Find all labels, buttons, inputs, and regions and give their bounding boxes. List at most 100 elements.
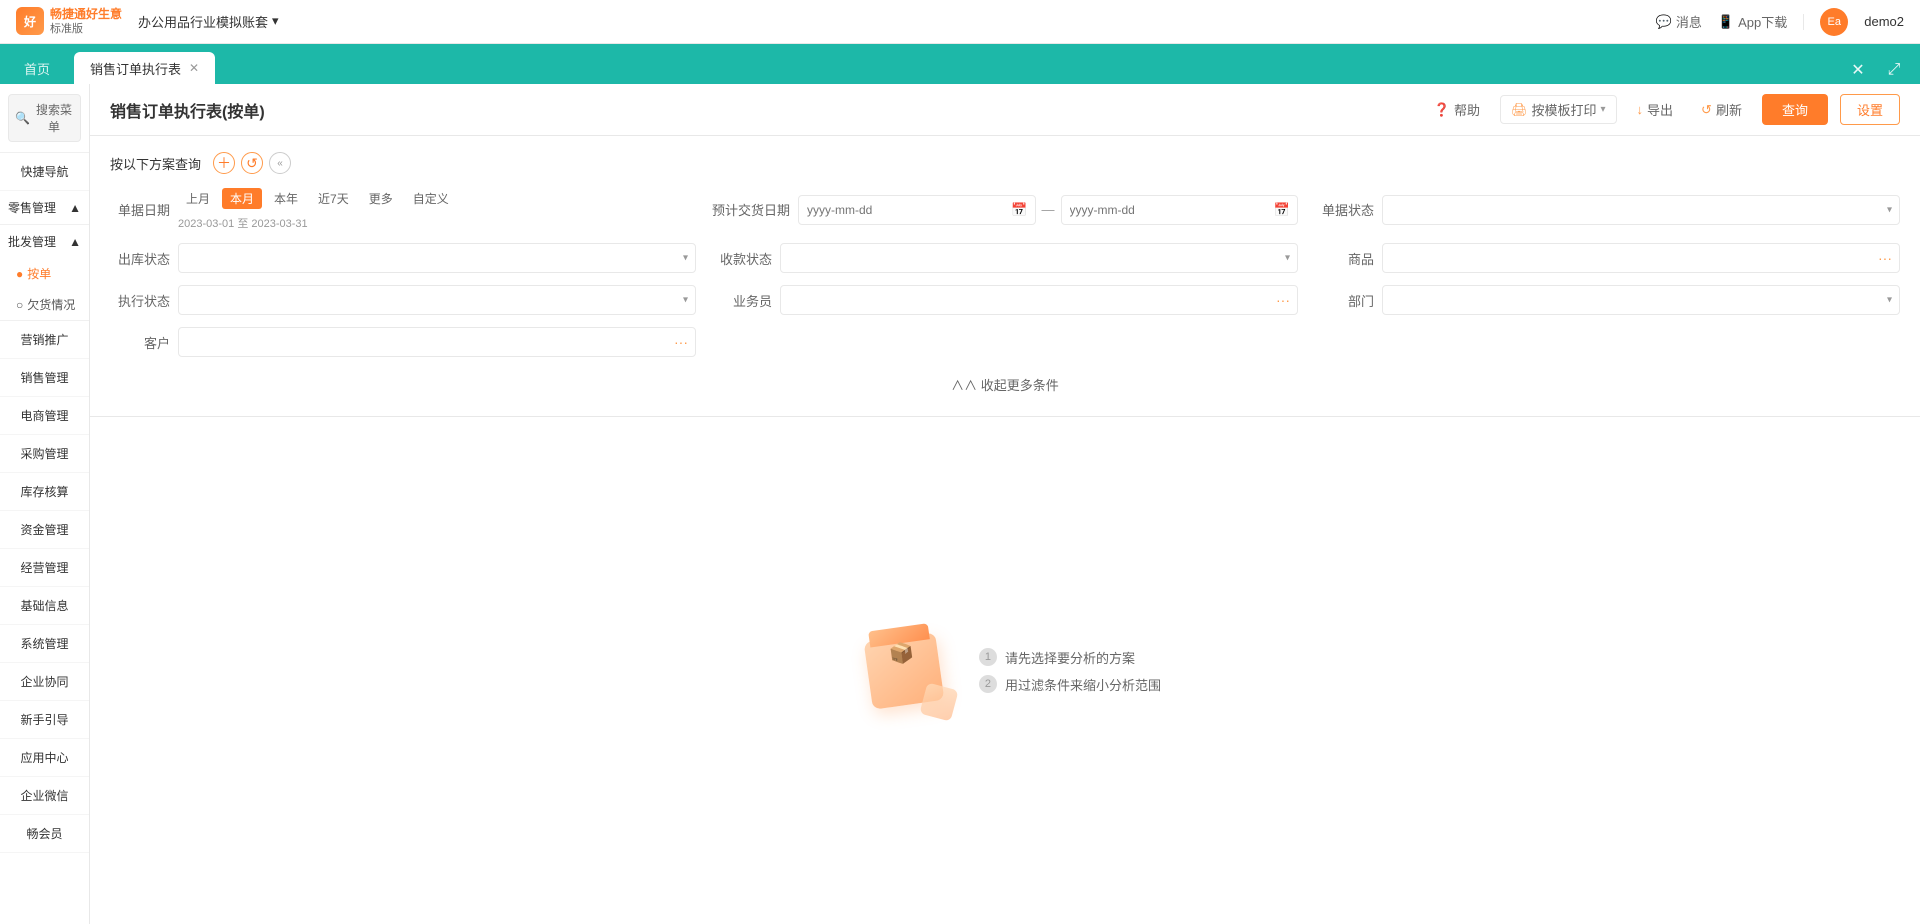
date-btn-more[interactable]: 更多 [361, 188, 401, 209]
sidebar-item-sales-mgmt[interactable]: 销售管理 [0, 359, 89, 397]
tab-close-window-button[interactable]: ✕ [1844, 56, 1872, 84]
settings-button[interactable]: 设置 [1840, 94, 1900, 125]
customer-input[interactable] [178, 327, 696, 357]
sidebar-item-purchase[interactable]: 采购管理 [0, 435, 89, 473]
sidebar-item-system[interactable]: 系统管理 [0, 625, 89, 663]
salesman-input[interactable] [780, 285, 1298, 315]
predicted-date-start-wrap: 📅 [798, 195, 1036, 225]
filter-item-payment-status: 收款状态 ▾ [712, 243, 1298, 273]
sidebar-section-retail: 零售管理 ▲ [0, 191, 89, 225]
date-separator: — [1042, 202, 1055, 217]
help-icon: ❓ [1434, 102, 1450, 118]
date-btn-current-year[interactable]: 本年 [266, 188, 306, 209]
exec-status-select[interactable] [178, 285, 696, 315]
tab-home[interactable]: 首页 [8, 52, 66, 84]
refresh-icon: ↺ [1701, 102, 1712, 118]
print-button[interactable]: 🖨 按模板打印 ▾ [1500, 95, 1617, 124]
date-btn-custom[interactable]: 自定义 [405, 188, 457, 209]
filter-title: 按以下方案查询 [110, 154, 201, 173]
active-indicator: ● [16, 267, 23, 281]
help-button[interactable]: ❓ 帮助 [1426, 96, 1488, 123]
sidebar-item-marketing[interactable]: 营销推广 [0, 321, 89, 359]
industry-selector[interactable]: 办公用品行业模拟账套 ▾ [130, 8, 287, 35]
date-btn-current-month[interactable]: 本月 [222, 188, 262, 209]
filter-add-buttons: ＋ ↺ « [213, 152, 291, 174]
tab-sales-order[interactable]: 销售订单执行表 ✕ [74, 52, 215, 84]
nav-divider [1803, 14, 1804, 30]
predicted-date-end-wrap: 📅 [1061, 195, 1299, 225]
sidebar-item-inventory[interactable]: 库存核算 [0, 473, 89, 511]
filter-item-salesman: 业务员 ··· [712, 285, 1298, 315]
filter-reset-button[interactable]: ↺ [241, 152, 263, 174]
date-range-display: 2023-03-01 至 2023-03-31 [178, 215, 696, 231]
sidebar-section-wholesale: 批发管理 ▲ ● 按单 ○ 欠货情况 [0, 225, 89, 321]
logo-text: 畅捷通好生意 标准版 [50, 7, 122, 37]
search-icon: 🔍 [15, 111, 30, 125]
search-menu-button[interactable]: 🔍 搜索菜单 [8, 94, 81, 142]
message-button[interactable]: 💬 消息 [1656, 12, 1702, 31]
top-nav-left: 好 畅捷通好生意 标准版 办公用品行业模拟账套 ▾ [16, 7, 287, 37]
exec-status-label: 执行状态 [110, 291, 170, 310]
user-name[interactable]: demo2 [1864, 14, 1904, 29]
sidebar-item-member[interactable]: 畅会员 [0, 815, 89, 853]
page-title: 销售订单执行表(按单) [110, 98, 265, 132]
tab-close-icon[interactable]: ✕ [189, 62, 199, 74]
sidebar-section-retail-title[interactable]: 零售管理 ▲ [0, 191, 89, 224]
out-status-select[interactable] [178, 243, 696, 273]
sidebar-item-ecommerce[interactable]: 电商管理 [0, 397, 89, 435]
sidebar-item-press-order[interactable]: ● 按单 [0, 258, 89, 289]
sidebar-item-corp-wechat[interactable]: 企业微信 [0, 777, 89, 815]
filter-item-date: 单据日期 上月 本月 本年 近7天 更多 自定义 2023-03-01 至 20… [110, 188, 696, 231]
dept-select[interactable] [1382, 285, 1900, 315]
hint-number-2: 2 [979, 675, 997, 693]
page-header: 销售订单执行表(按单) ❓ 帮助 🖨 按模板打印 ▾ ↓ 导出 ↺ 刷新 [90, 84, 1920, 136]
empty-illustration: 📦 [849, 616, 959, 726]
filter-row-3: 执行状态 ▾ 业务员 ··· [110, 285, 1900, 315]
avatar: Ea [1820, 8, 1848, 36]
top-nav-right: 💬 消息 📱 App下载 Ea demo2 [1656, 8, 1904, 36]
exec-status-control: ▾ [178, 285, 696, 315]
filter-item-predicted-date: 预计交货日期 📅 — 📅 [712, 195, 1298, 225]
app-download-button[interactable]: 📱 App下载 [1718, 12, 1787, 31]
sidebar-item-basic[interactable]: 基础信息 [0, 587, 89, 625]
sidebar-item-operations[interactable]: 经营管理 [0, 549, 89, 587]
sidebar-item-finance[interactable]: 资金管理 [0, 511, 89, 549]
filter-add-button[interactable]: ＋ [213, 152, 235, 174]
empty-hint-1: 1 请先选择要分析的方案 [979, 648, 1161, 667]
sidebar-item-guide[interactable]: 新手引导 [0, 701, 89, 739]
date-btn-last-month[interactable]: 上月 [178, 188, 218, 209]
sidebar-item-app-center[interactable]: 应用中心 [0, 739, 89, 777]
filter-item-exec-status: 执行状态 ▾ [110, 285, 696, 315]
logo-area: 好 畅捷通好生意 标准版 [16, 7, 122, 37]
chevron-down-icon: ▾ [1601, 104, 1606, 115]
sidebar: 🔍 搜索菜单 快捷导航 零售管理 ▲ 批发管理 ▲ ● 按单 ○ 欠货 [0, 84, 90, 924]
chevron-down-icon: ▾ [272, 13, 279, 29]
message-icon: 💬 [1656, 14, 1672, 30]
goods-input[interactable] [1382, 243, 1900, 273]
sidebar-item-debt[interactable]: ○ 欠货情况 [0, 289, 89, 320]
filter-item-out-status: 出库状态 ▾ [110, 243, 696, 273]
query-button[interactable]: 查询 [1762, 94, 1828, 125]
refresh-button[interactable]: ↺ 刷新 [1693, 96, 1750, 123]
tab-expand-button[interactable]: ⤢ [1880, 56, 1908, 84]
main-layout: 🔍 搜索菜单 快捷导航 零售管理 ▲ 批发管理 ▲ ● 按单 ○ 欠货 [0, 84, 1920, 924]
predicted-date-end-input[interactable] [1061, 195, 1299, 225]
export-icon: ↓ [1637, 102, 1644, 117]
date-btn-last-7days[interactable]: 近7天 [310, 188, 357, 209]
out-status-control: ▾ [178, 243, 696, 273]
filter-item-customer: 客户 ··· [110, 327, 696, 357]
payment-status-control: ▾ [780, 243, 1298, 273]
filter-collapse-button[interactable]: « [269, 152, 291, 174]
sidebar-item-quick-nav[interactable]: 快捷导航 [0, 153, 89, 191]
filter-panel: 按以下方案查询 ＋ ↺ « 单据日期 上月 本月 本年 [90, 136, 1920, 417]
status-label: 单据状态 [1314, 200, 1374, 219]
filter-header: 按以下方案查询 ＋ ↺ « [110, 152, 1900, 174]
predicted-date-start-input[interactable] [798, 195, 1036, 225]
chevron-icon: ▲ [69, 201, 81, 215]
payment-status-select[interactable] [780, 243, 1298, 273]
sidebar-item-corp-collab[interactable]: 企业协同 [0, 663, 89, 701]
export-button[interactable]: ↓ 导出 [1629, 96, 1682, 123]
status-select[interactable] [1382, 195, 1900, 225]
filter-collapse-row[interactable]: ∧∧ 收起更多条件 [110, 369, 1900, 400]
sidebar-section-wholesale-title[interactable]: 批发管理 ▲ [0, 225, 89, 258]
